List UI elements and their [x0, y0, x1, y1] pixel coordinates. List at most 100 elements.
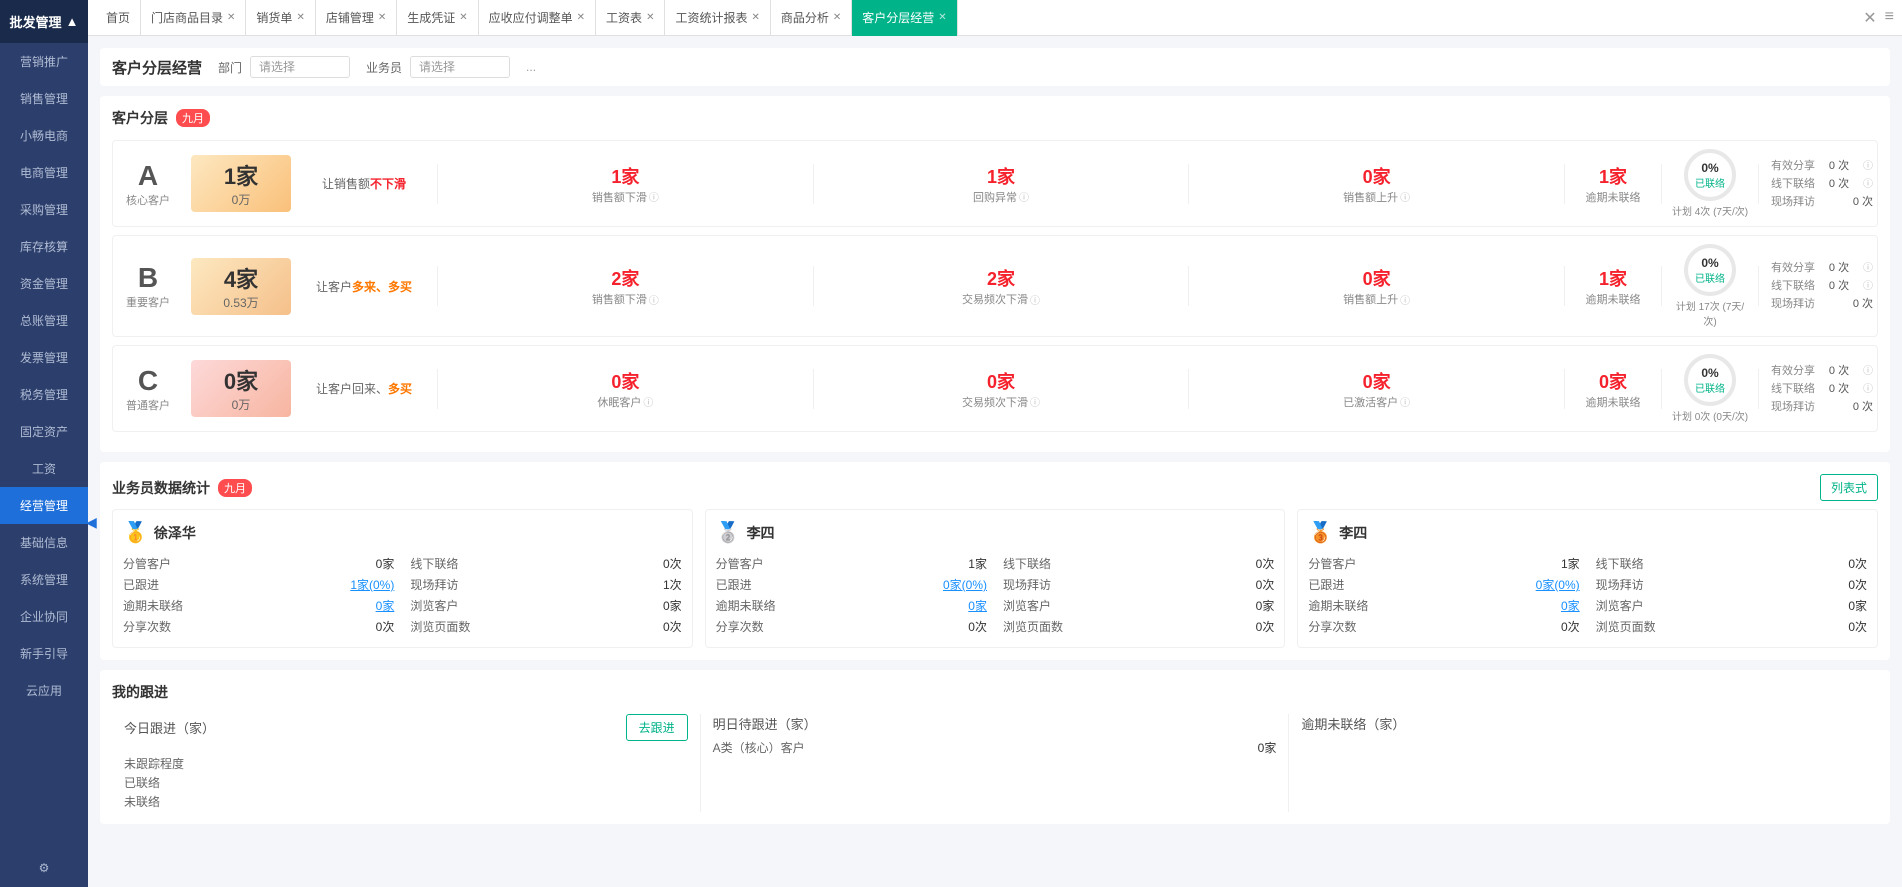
tab-bar: 首页 门店商品目录 ✕ 销货单 ✕ 店铺管理 ✕ 生成凭证 ✕ 应收应付调整单 … [88, 0, 1902, 36]
tab-close-icon[interactable]: ✕ [459, 12, 467, 23]
dept-select[interactable]: 请选择 [250, 56, 350, 78]
followup-tomorrow-title: 明日待跟进（家） [713, 717, 817, 732]
sidebar-item-inventory[interactable]: 库存核算 [0, 228, 88, 265]
tab-close-icon[interactable]: ✕ [646, 12, 654, 23]
dept-label: 部门 [218, 59, 242, 76]
tier-circle-b: 0% 已联络 计划 17次 (7天/次) [1670, 244, 1750, 328]
tab-home[interactable]: 首页 [96, 0, 141, 36]
info-icon[interactable]: ⓘ [1400, 292, 1410, 307]
tab-payroll[interactable]: 工资表 ✕ [596, 0, 665, 36]
tier-metric-c-1[interactable]: 0家 交易频次下滑 ⓘ [822, 368, 1181, 410]
circle-chart-a: 0% 已联络 [1684, 149, 1736, 201]
tab-customer-tier[interactable]: 客户分层经营 ✕ [852, 0, 957, 36]
tab-close-icon[interactable]: ✕ [296, 12, 304, 23]
tab-close-icon[interactable]: ✕ [938, 12, 946, 23]
info-icon[interactable]: ⓘ [1030, 292, 1040, 307]
tier-metric-b-0[interactable]: 2家 销售额下滑 ⓘ [446, 265, 805, 307]
list-view-button[interactable]: 列表式 [1820, 474, 1878, 501]
sidebar-item-system[interactable]: 系统管理 [0, 561, 88, 598]
staff-name-1: 李四 [747, 523, 775, 543]
tier-metric-b-1[interactable]: 2家 交易频次下滑 ⓘ [822, 265, 1181, 307]
filter-more[interactable]: ... [526, 60, 536, 74]
staff-section-header: 业务员数据统计 九月 列表式 [112, 474, 1878, 501]
tab-store-products[interactable]: 门店商品目录 ✕ [141, 0, 246, 36]
tier-actions-a: 有效分享 0 次 ⓘ 线下联络 0 次 ⓘ 现场拜访 0 次 [1767, 157, 1877, 211]
goto-followup-button[interactable]: 去跟进 [626, 714, 688, 741]
tier-row-a: A 核心客户 1家 0万 让销售额不下滑 1家 销售额下滑 ⓘ [112, 140, 1878, 227]
tier-label-a: A 核心客户 [113, 160, 183, 208]
sidebar-item-guide[interactable]: 新手引导 [0, 635, 88, 672]
page-header: 客户分层经营 部门 请选择 业务员 请选择 ... [100, 48, 1890, 86]
info-icon[interactable]: ⓘ [1400, 394, 1410, 409]
tab-menu-icon[interactable]: ≡ [1885, 8, 1894, 28]
staff-select[interactable]: 请选择 [410, 56, 510, 78]
info-icon[interactable]: ⓘ [1863, 362, 1873, 378]
info-icon[interactable]: ⓘ [1863, 259, 1873, 275]
info-icon[interactable]: ⓘ [1863, 380, 1873, 396]
sidebar-item-basic[interactable]: 基础信息 [0, 524, 88, 561]
tier-metric-a-2[interactable]: 0家 销售额上升 ⓘ [1197, 163, 1556, 205]
settings-button[interactable]: ⚙ [0, 849, 88, 887]
info-icon[interactable]: ⓘ [649, 292, 659, 307]
tab-close-icon[interactable]: ✕ [227, 12, 235, 23]
info-icon[interactable]: ⓘ [649, 189, 659, 204]
tab-close-icon[interactable]: ✕ [577, 12, 585, 23]
tier-circle-c: 0% 已联络 计划 0次 (0天/次) [1670, 354, 1750, 423]
tier-stat-b[interactable]: 4家 0.53万 [191, 258, 291, 315]
tab-adjustment[interactable]: 应收应付调整单 ✕ [479, 0, 596, 36]
tab-close-all-icon[interactable]: ✕ [1863, 8, 1876, 28]
followup-label: 未跟踪程度 [124, 755, 184, 772]
info-icon[interactable]: ⓘ [1400, 189, 1410, 204]
tab-close-icon[interactable]: ✕ [378, 12, 386, 23]
sidebar-item-assets[interactable]: 固定资产 [0, 413, 88, 450]
info-icon[interactable]: ⓘ [1863, 277, 1873, 293]
page-title: 客户分层经营 [112, 57, 202, 78]
sidebar-item-management[interactable]: 经营管理 ◀ [0, 487, 88, 524]
followup-col-overdue: 逾期未联络（家） [1289, 714, 1878, 812]
sidebar-item-ledger[interactable]: 总账管理 [0, 302, 88, 339]
staff-rank-icon-2: 🥉 [1308, 520, 1333, 545]
sidebar-item-finance[interactable]: 资金管理 [0, 265, 88, 302]
customer-tier-section: 客户分层 九月 A 核心客户 1家 0万 让销售额不下滑 1家 [100, 96, 1890, 452]
tier-metric-c-0[interactable]: 0家 休眠客户 ⓘ [446, 368, 805, 410]
sidebar-item-payroll[interactable]: 工资 [0, 450, 88, 487]
sidebar-item-ecommerce-small[interactable]: 小畅电商 [0, 117, 88, 154]
info-icon[interactable]: ⓘ [643, 394, 653, 409]
sidebar-item-label: 税务管理 [0, 386, 88, 403]
tier-metric-b-2[interactable]: 0家 销售额上升 ⓘ [1197, 265, 1556, 307]
sidebar-item-marketing[interactable]: 营销推广 [0, 43, 88, 80]
tier-stat-c[interactable]: 0家 0万 [191, 360, 291, 417]
info-icon[interactable]: ⓘ [1863, 157, 1873, 173]
sidebar-top[interactable]: 批发管理 ▲ [0, 0, 88, 43]
info-icon[interactable]: ⓘ [1019, 189, 1029, 204]
tier-metric-a-1[interactable]: 1家 回购异常 ⓘ [822, 163, 1181, 205]
tab-payroll-report[interactable]: 工资统计报表 ✕ [665, 0, 770, 36]
sidebar-item-collab[interactable]: 企业协同 [0, 598, 88, 635]
staff-section-title: 业务员数据统计 [112, 478, 210, 498]
info-icon[interactable]: ⓘ [1030, 394, 1040, 409]
sidebar-item-tax[interactable]: 税务管理 [0, 376, 88, 413]
tab-voucher[interactable]: 生成凭证 ✕ [397, 0, 478, 36]
staff-rank-icon-1: 🥈 [716, 520, 741, 545]
sidebar-item-ecommerce[interactable]: 电商管理 [0, 154, 88, 191]
tier-divider [1661, 266, 1662, 306]
sidebar-item-invoice[interactable]: 发票管理 [0, 339, 88, 376]
sidebar-item-label: 固定资产 [0, 423, 88, 440]
tab-product-analysis[interactable]: 商品分析 ✕ [771, 0, 852, 36]
sidebar-item-label: 小畅电商 [0, 127, 88, 144]
sidebar-item-sales[interactable]: 销售管理 [0, 80, 88, 117]
staff-stat-row: 分管客户 0家 已跟进 1家(0%) 逾期未联络 0家 [123, 553, 394, 637]
staff-grid: 🥇 徐泽华 分管客户 0家 已跟进 1家(0%) [112, 509, 1878, 648]
staff-card-2: 🥉 李四 分管客户 1家 已跟进 0家(0%) [1297, 509, 1878, 648]
tab-close-icon[interactable]: ✕ [833, 12, 841, 23]
sidebar-item-label: 电商管理 [0, 164, 88, 181]
tier-metric-a-0[interactable]: 1家 销售额下滑 ⓘ [446, 163, 805, 205]
sidebar-item-purchase[interactable]: 采购管理 [0, 191, 88, 228]
sidebar-item-cloud[interactable]: 云应用 [0, 672, 88, 709]
tier-stat-a[interactable]: 1家 0万 [191, 155, 291, 212]
info-icon[interactable]: ⓘ [1863, 175, 1873, 191]
tier-metric-c-2[interactable]: 0家 已激活客户 ⓘ [1197, 368, 1556, 410]
tab-store-mgmt[interactable]: 店铺管理 ✕ [316, 0, 397, 36]
tab-close-icon[interactable]: ✕ [751, 12, 759, 23]
tab-sales-order[interactable]: 销货单 ✕ [246, 0, 315, 36]
